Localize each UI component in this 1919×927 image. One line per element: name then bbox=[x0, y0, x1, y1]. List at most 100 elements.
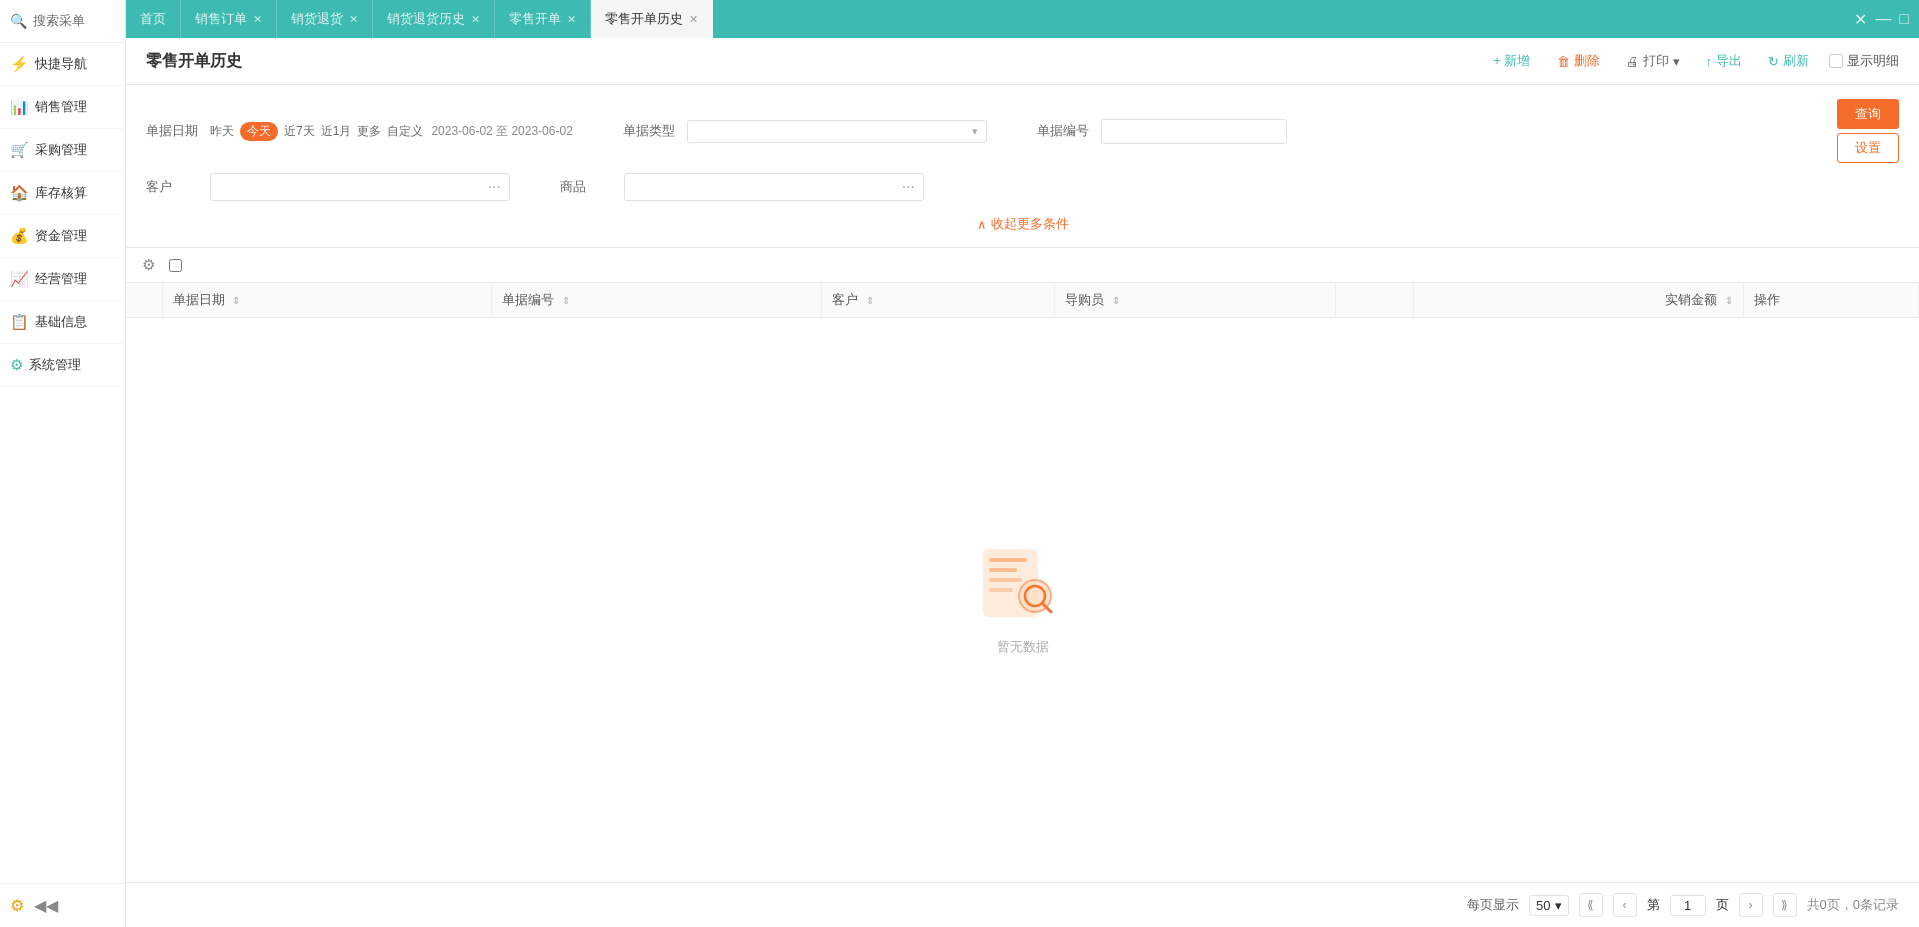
sales-mgmt-icon: 📊 bbox=[10, 98, 29, 116]
last-page-btn[interactable]: ⟫ bbox=[1773, 893, 1797, 917]
th-spacer bbox=[1336, 283, 1414, 318]
purchase-mgmt-icon: 🛒 bbox=[10, 141, 29, 159]
export-button[interactable]: ↑ 导出 bbox=[1700, 48, 1749, 74]
sidebar-item-quick-nav[interactable]: ⚡ 快捷导航 bbox=[0, 43, 125, 86]
select-all-checkbox[interactable] bbox=[169, 259, 182, 272]
filter-row-2: 客户 ··· 商品 ··· bbox=[146, 173, 1899, 201]
tab-sales-return-history[interactable]: 销货退货历史 ✕ bbox=[373, 0, 495, 38]
tab-sales-order[interactable]: 销售订单 ✕ bbox=[181, 0, 277, 38]
tab-sales-return[interactable]: 销货退货 ✕ bbox=[277, 0, 373, 38]
delete-button[interactable]: 🗑 删除 bbox=[1551, 48, 1606, 74]
system-mgmt-icon: ⚙ bbox=[10, 356, 23, 374]
tab-retail-history[interactable]: 零售开单历史 ✕ bbox=[591, 0, 713, 38]
today-shortcut[interactable]: 今天 bbox=[240, 122, 278, 141]
customer-label: 客户 bbox=[146, 178, 202, 196]
tab-home-label: 首页 bbox=[140, 10, 166, 28]
custom-shortcut[interactable]: 自定义 bbox=[387, 123, 423, 140]
empty-text: 暂无数据 bbox=[997, 638, 1049, 656]
refresh-button[interactable]: ↻ 刷新 bbox=[1762, 48, 1815, 74]
collapse-sidebar-icon[interactable]: ◀◀ bbox=[34, 896, 58, 915]
first-page-btn[interactable]: ⟪ bbox=[1579, 893, 1603, 917]
customer-select[interactable]: ··· bbox=[210, 173, 510, 201]
sidebar-search[interactable]: 🔍 搜索采单 bbox=[0, 0, 125, 43]
sidebar-item-sales-mgmt[interactable]: 📊 销售管理 bbox=[0, 86, 125, 129]
tab-retail-open-label: 零售开单 bbox=[509, 10, 561, 28]
search-icon: 🔍 bbox=[10, 13, 27, 29]
per-page-select[interactable]: 50 ▾ bbox=[1529, 895, 1568, 916]
sidebar-item-label: 快捷导航 bbox=[35, 55, 87, 73]
table-header-row: 单据日期 ⇕ 单据编号 ⇕ 客户 ⇕ 导购员 ⇕ bbox=[126, 283, 1919, 318]
sidebar-item-operations[interactable]: 📈 经营管理 bbox=[0, 258, 125, 301]
prev-page-btn[interactable]: ‹ bbox=[1613, 893, 1637, 917]
th-guide[interactable]: 导购员 ⇕ bbox=[1054, 283, 1335, 318]
filter-area: 单据日期 昨天 今天 近7天 近1月 更多 自定义 2023-06-02 至 2… bbox=[126, 85, 1919, 248]
pagination-total: 共0页，0条记录 bbox=[1807, 896, 1899, 914]
bill-type-select[interactable]: ▾ bbox=[687, 120, 987, 143]
sidebar-item-purchase-mgmt[interactable]: 🛒 采购管理 bbox=[0, 129, 125, 172]
bill-type-label: 单据类型 bbox=[623, 122, 679, 140]
sidebar-item-system-mgmt[interactable]: ⚙ 系统管理 bbox=[0, 344, 125, 387]
tab-sales-order-close[interactable]: ✕ bbox=[253, 13, 262, 26]
th-amount[interactable]: 实销金额 ⇕ bbox=[1414, 283, 1744, 318]
tab-close-window-icon[interactable]: ✕ bbox=[1854, 10, 1867, 29]
more-shortcut[interactable]: 更多 bbox=[357, 123, 381, 140]
column-settings-icon[interactable]: ⚙ bbox=[142, 256, 155, 274]
print-button[interactable]: 🖨 打印 ▾ bbox=[1620, 48, 1686, 74]
sort-no-icon: ⇕ bbox=[562, 295, 570, 306]
customer-ellipsis-icon[interactable]: ··· bbox=[488, 178, 501, 196]
inventory-icon: 🏠 bbox=[10, 184, 29, 202]
svg-rect-3 bbox=[989, 578, 1022, 582]
goods-select[interactable]: ··· bbox=[624, 173, 924, 201]
sidebar-item-label: 采购管理 bbox=[35, 141, 87, 159]
sort-date-icon: ⇕ bbox=[232, 295, 240, 306]
quick-nav-icon: ⚡ bbox=[10, 55, 29, 73]
show-detail-checkbox[interactable] bbox=[1829, 54, 1843, 68]
date-range-display: 2023-06-02 至 2023-06-02 bbox=[431, 123, 572, 140]
tab-sales-return-close[interactable]: ✕ bbox=[349, 13, 358, 26]
tab-home[interactable]: 首页 bbox=[126, 0, 181, 38]
sidebar-item-label: 系统管理 bbox=[29, 356, 81, 374]
tab-sales-return-history-label: 销货退货历史 bbox=[387, 10, 465, 28]
sidebar: 🔍 搜索采单 ⚡ 快捷导航 📊 销售管理 🛒 采购管理 🏠 库存核算 💰 资金管… bbox=[0, 0, 126, 927]
sidebar-item-label: 基础信息 bbox=[35, 313, 87, 331]
goods-label: 商品 bbox=[560, 178, 616, 196]
main-content: 首页 销售订单 ✕ 销货退货 ✕ 销货退货历史 ✕ 零售开单 ✕ 零售开单历史 … bbox=[126, 0, 1919, 927]
show-detail-toggle[interactable]: 显示明细 bbox=[1829, 52, 1899, 70]
page-input[interactable] bbox=[1670, 895, 1706, 916]
settings-button[interactable]: 设置 bbox=[1837, 133, 1899, 163]
finance-icon: 💰 bbox=[10, 227, 29, 245]
bill-no-input[interactable] bbox=[1101, 119, 1287, 144]
tab-sales-order-label: 销售订单 bbox=[195, 10, 247, 28]
empty-icon bbox=[973, 544, 1073, 624]
month1-shortcut[interactable]: 近1月 bbox=[321, 123, 352, 140]
per-page-label: 每页显示 bbox=[1467, 896, 1519, 914]
sidebar-item-inventory[interactable]: 🏠 库存核算 bbox=[0, 172, 125, 215]
sidebar-item-label: 库存核算 bbox=[35, 184, 87, 202]
next-page-btn[interactable]: › bbox=[1739, 893, 1763, 917]
th-no[interactable]: 单据编号 ⇕ bbox=[492, 283, 822, 318]
tab-bar: 首页 销售订单 ✕ 销货退货 ✕ 销货退货历史 ✕ 零售开单 ✕ 零售开单历史 … bbox=[126, 0, 1919, 38]
add-button[interactable]: + 新增 bbox=[1487, 48, 1536, 74]
th-date[interactable]: 单据日期 ⇕ bbox=[162, 283, 492, 318]
sidebar-bottom: ⚙ ◀◀ bbox=[0, 883, 125, 927]
operations-icon: 📈 bbox=[10, 270, 29, 288]
query-button[interactable]: 查询 bbox=[1837, 99, 1899, 129]
goods-ellipsis-icon[interactable]: ··· bbox=[902, 178, 915, 196]
page-suffix: 页 bbox=[1716, 896, 1729, 914]
tab-maximize-icon[interactable]: □ bbox=[1899, 10, 1909, 28]
sidebar-item-finance[interactable]: 💰 资金管理 bbox=[0, 215, 125, 258]
th-customer[interactable]: 客户 ⇕ bbox=[821, 283, 1054, 318]
yesterday-shortcut[interactable]: 昨天 bbox=[210, 123, 234, 140]
date-shortcuts: 昨天 今天 近7天 近1月 更多 自定义 bbox=[210, 122, 423, 141]
tab-sales-return-history-close[interactable]: ✕ bbox=[471, 13, 480, 26]
tab-retail-open-close[interactable]: ✕ bbox=[567, 13, 576, 26]
pagination: 每页显示 50 ▾ ⟪ ‹ 第 页 › ⟫ 共0页，0条记录 bbox=[126, 882, 1919, 927]
basic-info-icon: 📋 bbox=[10, 313, 29, 331]
sidebar-item-basic-info[interactable]: 📋 基础信息 bbox=[0, 301, 125, 344]
collapse-filter-btn[interactable]: ∧ 收起更多条件 bbox=[146, 211, 1899, 239]
week7-shortcut[interactable]: 近7天 bbox=[284, 123, 315, 140]
settings-gear-icon[interactable]: ⚙ bbox=[10, 896, 24, 915]
tab-retail-open[interactable]: 零售开单 ✕ bbox=[495, 0, 591, 38]
tab-retail-history-close[interactable]: ✕ bbox=[689, 13, 698, 26]
tab-minimize-icon[interactable]: — bbox=[1875, 10, 1891, 28]
